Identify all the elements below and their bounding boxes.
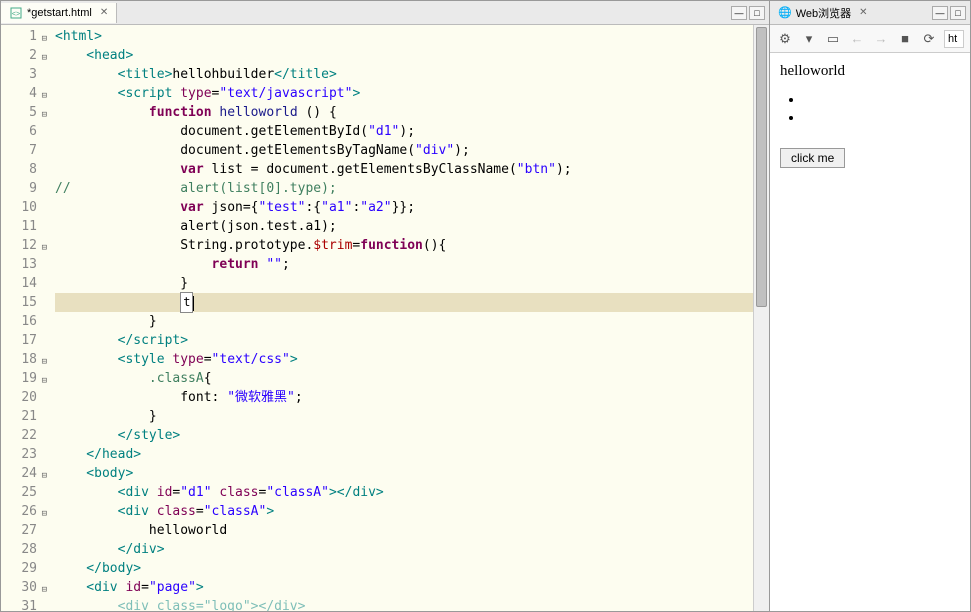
browser-panel: 🌐 Web浏览器 ✕ — □ ⚙ ▾ ▭ ← → ■ ⟳ helloworld … bbox=[770, 0, 971, 612]
back-icon[interactable]: ← bbox=[848, 30, 866, 48]
forward-icon[interactable]: → bbox=[872, 30, 890, 48]
editor-tab-bar: <> *getstart.html ✕ — □ bbox=[1, 1, 769, 25]
browser-tab[interactable]: 🌐 Web浏览器 ✕ bbox=[770, 2, 876, 24]
new-window-icon[interactable]: ▭ bbox=[824, 30, 842, 48]
browser-window-controls: — □ bbox=[932, 6, 970, 20]
refresh-icon[interactable]: ⟳ bbox=[920, 30, 938, 48]
list-item bbox=[804, 110, 960, 128]
stop-icon[interactable]: ■ bbox=[896, 30, 914, 48]
click-me-button[interactable]: click me bbox=[780, 148, 845, 168]
editor-tab[interactable]: <> *getstart.html ✕ bbox=[1, 3, 117, 23]
code-content[interactable]: <html> <head> <title>hellohbuilder</titl… bbox=[41, 25, 753, 611]
tab-title: *getstart.html bbox=[27, 7, 92, 19]
svg-text:<>: <> bbox=[12, 11, 20, 18]
editor-window-controls: — □ bbox=[731, 6, 769, 20]
preview-text: helloworld bbox=[780, 63, 960, 80]
globe-icon: 🌐 bbox=[778, 6, 792, 19]
browser-toolbar: ⚙ ▾ ▭ ← → ■ ⟳ bbox=[770, 25, 970, 53]
close-icon[interactable]: ✕ bbox=[859, 7, 867, 18]
dropdown-icon[interactable]: ▾ bbox=[800, 30, 818, 48]
url-input[interactable] bbox=[944, 30, 964, 48]
browser-tab-bar: 🌐 Web浏览器 ✕ — □ bbox=[770, 1, 970, 25]
autocomplete-hint[interactable]: t bbox=[180, 292, 193, 313]
minimize-button[interactable]: — bbox=[932, 6, 948, 20]
editor-panel: <> *getstart.html ✕ — □ 1⊟ 2⊟ 3 4⊟ 5⊟ 6 … bbox=[0, 0, 770, 612]
maximize-button[interactable]: □ bbox=[950, 6, 966, 20]
browser-content: helloworld click me bbox=[770, 53, 970, 611]
browser-tab-title: Web浏览器 bbox=[796, 5, 851, 21]
html-file-icon: <> bbox=[9, 6, 23, 20]
text-cursor bbox=[193, 296, 194, 311]
maximize-button[interactable]: □ bbox=[749, 6, 765, 20]
line-gutter: 1⊟ 2⊟ 3 4⊟ 5⊟ 6 7 8 9 10 11 12⊟ 13 14 15… bbox=[1, 25, 41, 611]
preview-list bbox=[804, 92, 960, 128]
vertical-scrollbar[interactable] bbox=[753, 25, 769, 611]
gear-icon[interactable]: ⚙ bbox=[776, 30, 794, 48]
code-editor[interactable]: 1⊟ 2⊟ 3 4⊟ 5⊟ 6 7 8 9 10 11 12⊟ 13 14 15… bbox=[1, 25, 769, 611]
list-item bbox=[804, 92, 960, 110]
close-icon[interactable]: ✕ bbox=[100, 7, 108, 18]
minimize-button[interactable]: — bbox=[731, 6, 747, 20]
scrollbar-thumb[interactable] bbox=[756, 27, 767, 307]
